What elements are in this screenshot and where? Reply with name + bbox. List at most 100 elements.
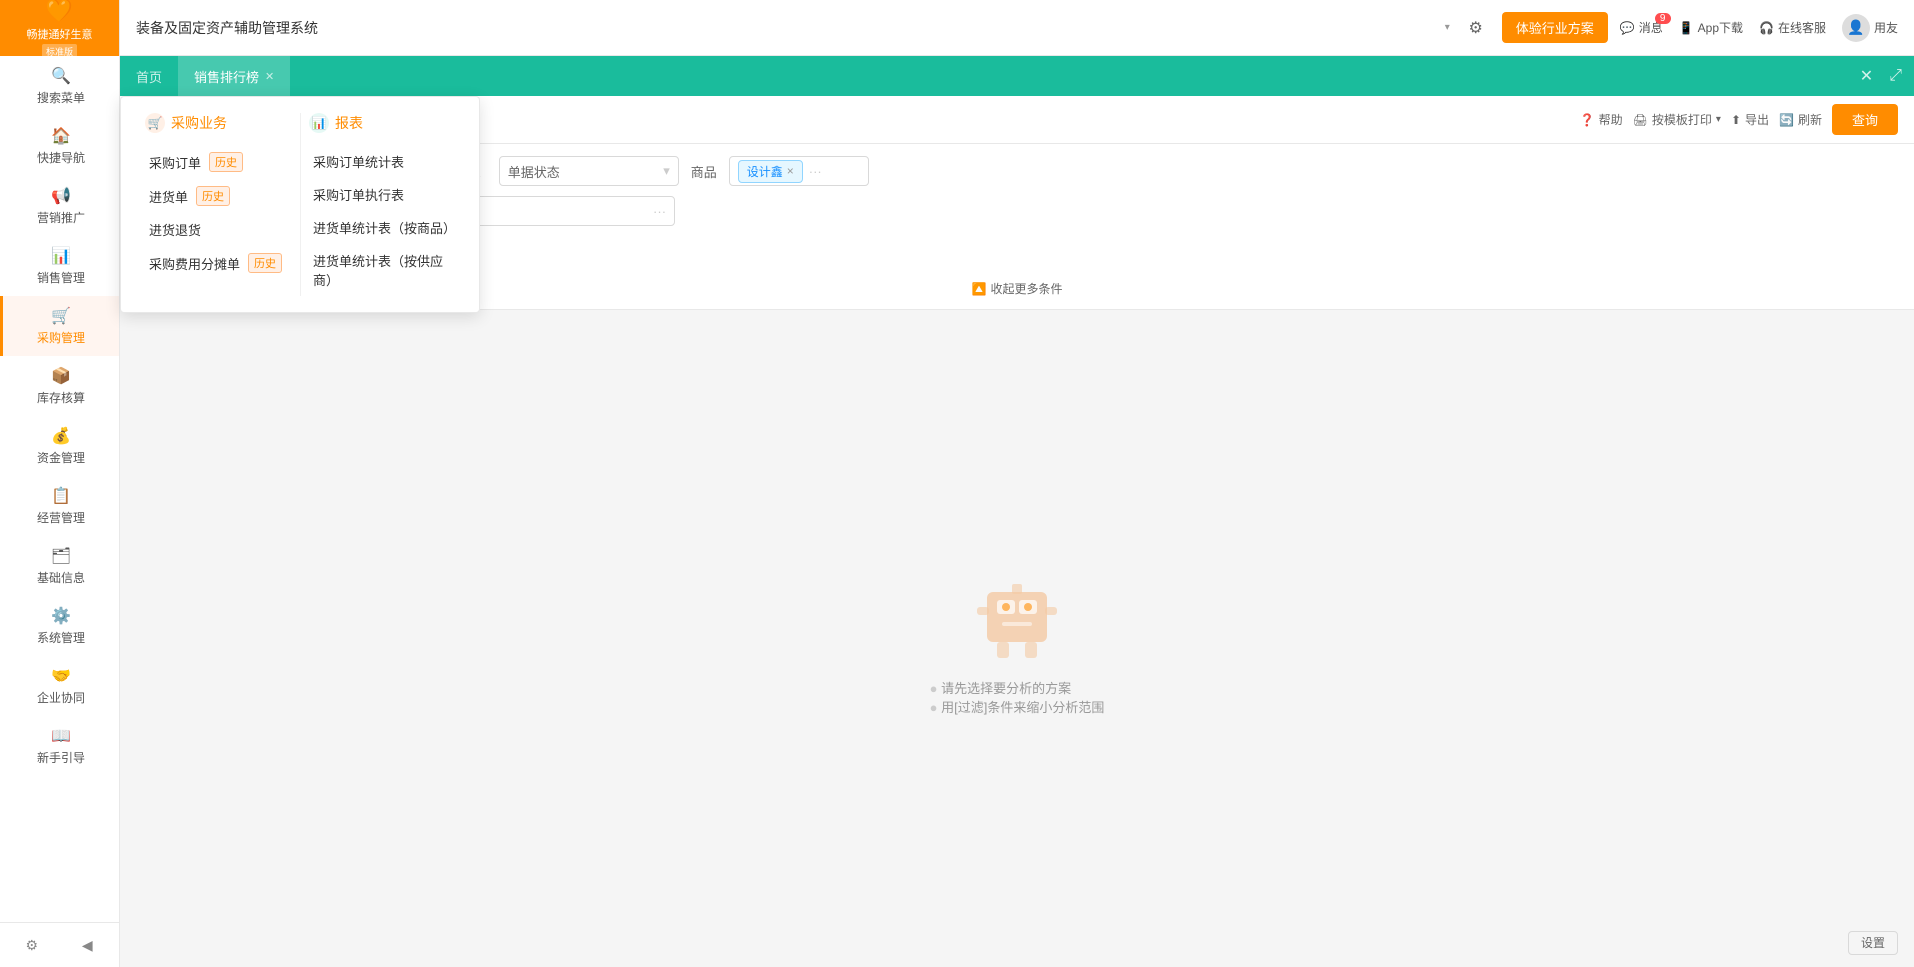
empty-state: ● 请先选择要分析的方案 ● 用[过滤]条件来缩小分析范围 (120, 310, 1914, 967)
notification-badge: 9 (1655, 13, 1671, 24)
collab-icon: 🤝 (51, 666, 71, 686)
tab-close-icon[interactable]: ✕ (265, 70, 274, 83)
refresh-button[interactable]: 🔄 刷新 (1779, 111, 1822, 128)
inventory-icon: 📦 (51, 366, 71, 386)
goods-more-icon[interactable]: ··· (809, 164, 822, 179)
online-service-label: 在线客服 (1778, 19, 1826, 36)
tab-sales-rank[interactable]: 销售排行榜 ✕ (178, 56, 290, 96)
goods-tag-container: 设计鑫 × ··· (729, 156, 869, 186)
dropdown-item-inbound-stats-supplier[interactable]: 进货单统计表（按供应商） (309, 244, 455, 296)
dropdown-item-order-stats[interactable]: 采购订单统计表 (309, 145, 455, 178)
app-download-label: App下载 (1698, 19, 1743, 36)
sidebar: 🧡 畅捷通好生意 标准版 🔍 搜索菜单 🏠 快捷导航 📢 营销推广 📊 销售管理… (0, 0, 120, 967)
dropdown-item-order-exec[interactable]: 采购订单执行表 (309, 178, 455, 211)
sidebar-item-basic[interactable]: 🗂 基础信息 (0, 536, 119, 596)
phone-icon: 📱 (1679, 21, 1694, 35)
export-button[interactable]: ⬆ 导出 (1731, 111, 1769, 128)
system-title: 装备及固定资产辅助管理系统 (136, 18, 1433, 38)
sidebar-item-label: 销售管理 (37, 269, 85, 286)
dropdown-report-title: 📊 报表 (309, 113, 455, 133)
dropdown-item-purchase-expense[interactable]: 采购费用分摊单 历史 (145, 246, 292, 280)
empty-hint-2: ● 用[过滤]条件来缩小分析范围 (930, 697, 1105, 716)
sidebar-item-sales[interactable]: 📊 销售管理 (0, 236, 119, 296)
goods-label: 商品 (691, 162, 717, 181)
query-button[interactable]: 查询 (1832, 104, 1898, 135)
home-icon: 🏠 (51, 126, 71, 146)
empty-hint-1: ● 请先选择要分析的方案 (930, 678, 1105, 697)
history-badge-3: 历史 (248, 253, 282, 273)
print-button[interactable]: 🖨 按模板打印 ▾ (1633, 111, 1721, 128)
dropdown-purchase-section: 🛒 采购业务 采购订单 历史 进货单 历史 进货退货 采购费用分摊单 历史 (137, 113, 300, 296)
purchase-icon: 🛒 (51, 306, 71, 326)
marketing-icon: 📢 (51, 186, 71, 206)
sidebar-item-label: 营销推广 (37, 209, 85, 226)
sidebar-item-purchase[interactable]: 🛒 采购管理 (0, 296, 119, 356)
collapse-button[interactable]: 🔼 收起更多条件 (972, 280, 1063, 297)
salesperson-more[interactable]: ··· (653, 204, 666, 219)
help-icon: ❓ (1580, 113, 1595, 127)
user-button[interactable]: 👤 用友 (1842, 14, 1898, 42)
sidebar-collapse-button[interactable]: ◀ (73, 931, 101, 959)
industry-button[interactable]: 体验行业方案 (1502, 12, 1608, 43)
search-icon: 🔍 (51, 66, 71, 86)
dropdown-item-inbound-stats-goods[interactable]: 进货单统计表（按商品） (309, 211, 455, 244)
dropdown-item-purchase-order[interactable]: 采购订单 历史 (145, 145, 292, 179)
dropdown-report-section: 📊 报表 采购订单统计表 采购订单执行表 进货单统计表（按商品） 进货单统计表（… (300, 113, 463, 296)
tab-close-all-icon[interactable]: ✕ (1856, 66, 1877, 86)
sidebar-item-capital[interactable]: 💰 资金管理 (0, 416, 119, 476)
tabbar: 首页 销售排行榜 ✕ ✕ ⤢ (120, 56, 1914, 96)
title-dropdown-icon[interactable]: ▾ (1445, 22, 1450, 33)
sidebar-item-collab[interactable]: 🤝 企业协同 (0, 656, 119, 716)
sidebar-item-system[interactable]: ⚙️ 系统管理 (0, 596, 119, 656)
system-icon: ⚙️ (51, 606, 71, 626)
app-download-button[interactable]: 📱 App下载 (1679, 19, 1743, 36)
dropdown-item-inbound-return[interactable]: 进货退货 (145, 213, 292, 246)
basic-icon: 🗂 (51, 546, 71, 566)
main-area: 装备及固定资产辅助管理系统 ▾ ⚙ 体验行业方案 💬 消息 9 📱 App下载 … (120, 0, 1914, 967)
purchase-section-icon: 🛒 (145, 113, 165, 133)
sidebar-bottom: ⚙ ◀ (0, 922, 119, 967)
salesperson-select[interactable]: ··· (475, 196, 675, 226)
headset-icon: 🎧 (1759, 21, 1774, 35)
empty-hints: ● 请先选择要分析的方案 ● 用[过滤]条件来缩小分析范围 (930, 678, 1105, 716)
purchase-dropdown: 🛒 采购业务 采购订单 历史 进货单 历史 进货退货 采购费用分摊单 历史 📊 (120, 96, 480, 313)
sales-icon: 📊 (51, 246, 71, 266)
sidebar-item-label: 新手引导 (37, 749, 85, 766)
notification-icon: 💬 (1620, 21, 1635, 35)
print-dropdown-icon[interactable]: ▾ (1716, 114, 1721, 125)
report-section-icon: 📊 (309, 113, 329, 133)
sidebar-item-operations[interactable]: 📋 经营管理 (0, 476, 119, 536)
tab-sales-rank-label: 销售排行榜 (194, 67, 259, 86)
tab-home[interactable]: 首页 (120, 56, 178, 96)
sidebar-item-marketing[interactable]: 📢 营销推广 (0, 176, 119, 236)
sidebar-item-label: 基础信息 (37, 569, 85, 586)
sidebar-item-quicknav[interactable]: 🏠 快捷导航 (0, 116, 119, 176)
sidebar-item-label: 搜索菜单 (37, 89, 85, 106)
print-icon: 🖨 (1633, 113, 1648, 127)
logo-icon: 🧡 (46, 0, 73, 24)
settings-button[interactable]: ⚙ (1462, 14, 1490, 42)
notification-button[interactable]: 💬 消息 9 (1620, 19, 1663, 36)
topbar: 装备及固定资产辅助管理系统 ▾ ⚙ 体验行业方案 💬 消息 9 📱 App下载 … (120, 0, 1914, 56)
sidebar-item-label: 企业协同 (37, 689, 85, 706)
doc-status-select[interactable]: 单据状态 ▾ (499, 156, 679, 186)
history-badge-2: 历史 (196, 186, 230, 206)
sidebar-item-search[interactable]: 🔍 搜索菜单 (0, 56, 119, 116)
sidebar-item-inventory[interactable]: 📦 库存核算 (0, 356, 119, 416)
sidebar-settings-button[interactable]: ⚙ (18, 931, 46, 959)
online-service-button[interactable]: 🎧 在线客服 (1759, 19, 1826, 36)
dot-icon-2: ● (930, 700, 938, 715)
settings-link-button[interactable]: 设置 (1848, 931, 1898, 955)
history-badge-1: 历史 (209, 152, 243, 172)
goods-tag-remove[interactable]: × (787, 164, 794, 178)
logo-text: 畅捷通好生意 (27, 26, 93, 42)
tabbar-right: ✕ ⤢ (1856, 66, 1914, 86)
sidebar-item-guide[interactable]: 📖 新手引导 (0, 716, 119, 776)
tab-maximize-icon[interactable]: ⤢ (1885, 67, 1906, 85)
dropdown-item-inbound[interactable]: 进货单 历史 (145, 179, 292, 213)
doc-status-label: 单据状态 (508, 162, 560, 181)
sidebar-item-label: 库存核算 (37, 389, 85, 406)
user-avatar: 👤 (1842, 14, 1870, 42)
sidebar-item-label: 经营管理 (37, 509, 85, 526)
help-button[interactable]: ❓ 帮助 (1580, 111, 1623, 128)
